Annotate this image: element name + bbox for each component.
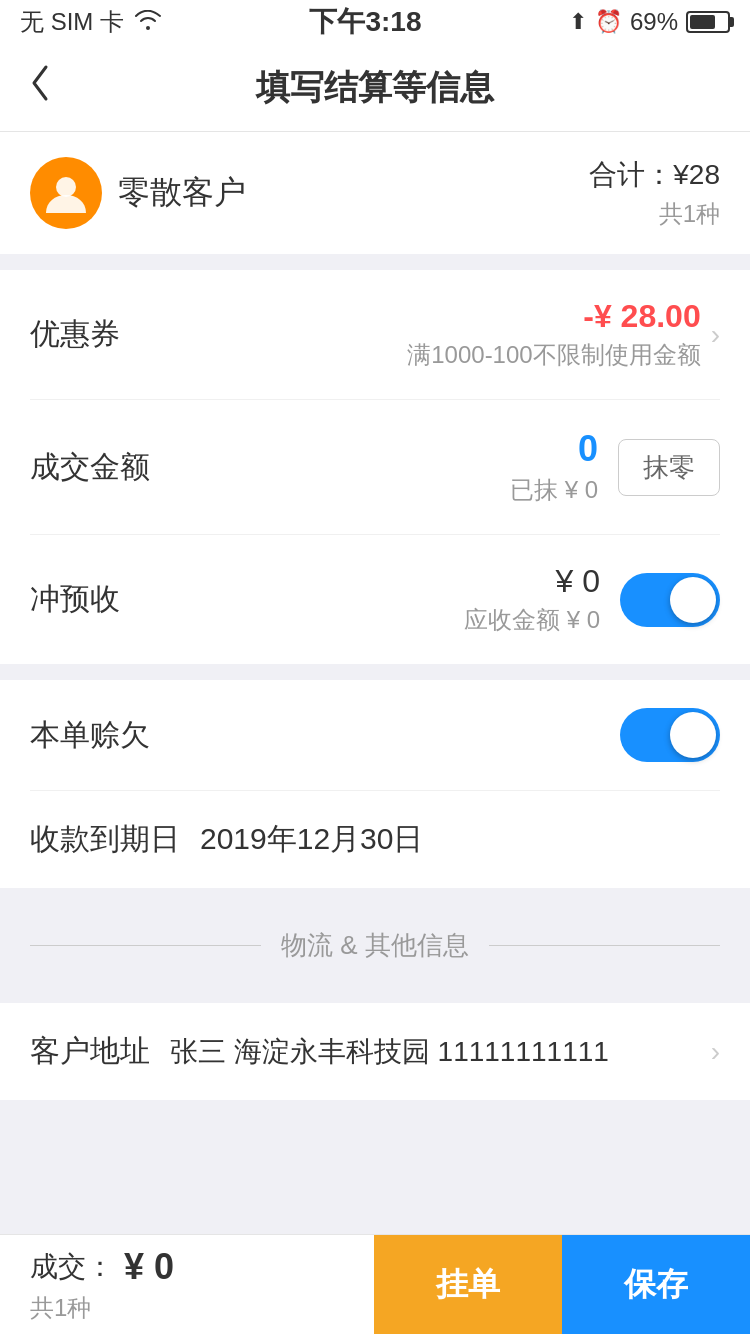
address-chevron-right-icon: ›: [711, 1036, 720, 1068]
battery-icon: [686, 11, 730, 33]
round-off-button[interactable]: 抹零: [618, 439, 720, 496]
coupon-transaction-card: 优惠券 -¥ 28.00 满1000-100不限制使用金额 › 成交金额 0 已…: [0, 270, 750, 664]
transaction-row: 成交金额 0 已抹 ¥ 0 抹零: [0, 400, 750, 534]
transaction-label: 成交金额: [30, 447, 150, 488]
bottom-amount: ¥ 0: [124, 1246, 174, 1288]
bottom-count: 共1种: [30, 1292, 344, 1324]
main-content: 零散客户 合计：¥28 共1种 优惠券 -¥ 28.00 满1000-100不限…: [0, 132, 750, 1220]
nav-bar: 填写结算等信息: [0, 44, 750, 132]
toggle-knob: [670, 577, 716, 623]
bottom-info: 成交： ¥ 0 共1种: [0, 1246, 374, 1324]
prepay-right: ¥ 0 应收金额 ¥ 0: [464, 563, 720, 636]
debt-card: 本单赊欠 收款到期日 2019年12月30日: [0, 680, 750, 888]
coupon-chevron-right-icon: ›: [711, 319, 720, 351]
page-title: 填写结算等信息: [256, 65, 494, 111]
prepay-toggle[interactable]: [620, 573, 720, 627]
location-icon: ⬆: [569, 9, 587, 35]
prepay-label: 冲预收: [30, 579, 120, 620]
status-bar: 无 SIM 卡 下午3:18 ⬆ ⏰ 69%: [0, 0, 750, 44]
debt-toggle[interactable]: [620, 708, 720, 762]
alarm-icon: ⏰: [595, 9, 622, 35]
address-value: 张三 海淀永丰科技园 11111111111: [170, 1033, 711, 1071]
prepay-value-wrap: ¥ 0 应收金额 ¥ 0: [464, 563, 600, 636]
pending-button[interactable]: 挂单: [374, 1235, 562, 1335]
time-display: 下午3:18: [309, 3, 421, 41]
coupon-amount: -¥ 28.00: [407, 298, 700, 335]
coupon-row[interactable]: 优惠券 -¥ 28.00 满1000-100不限制使用金额 ›: [0, 270, 750, 399]
battery-percentage: 69%: [630, 8, 678, 36]
bottom-label: 成交：: [30, 1248, 114, 1286]
wifi-icon: [134, 8, 162, 36]
transaction-value-wrap: 0 已抹 ¥ 0: [510, 428, 598, 506]
logistics-label: 物流 & 其他信息: [261, 928, 489, 963]
logistics-section-header: 物流 & 其他信息: [0, 904, 750, 987]
due-date-label: 收款到期日: [30, 819, 180, 860]
bottom-amount-row: 成交： ¥ 0: [30, 1246, 344, 1288]
transaction-value: 0: [510, 428, 598, 470]
address-row[interactable]: 客户地址 张三 海淀永丰科技园 11111111111 ›: [0, 1003, 750, 1100]
coupon-desc: 满1000-100不限制使用金额: [407, 339, 700, 371]
carrier-text: 无 SIM 卡: [20, 6, 124, 38]
total-count: 共1种: [589, 198, 720, 230]
prepay-value: ¥ 0: [464, 563, 600, 600]
customer-name: 零散客户: [118, 171, 246, 215]
prepay-row: 冲预收 ¥ 0 应收金额 ¥ 0: [0, 535, 750, 664]
due-date-value: 2019年12月30日: [200, 819, 423, 860]
prepay-sub: 应收金额 ¥ 0: [464, 604, 600, 636]
transaction-right: 0 已抹 ¥ 0 抹零: [510, 428, 720, 506]
address-label: 客户地址: [30, 1031, 150, 1072]
save-button[interactable]: 保存: [562, 1235, 750, 1335]
coupon-label: 优惠券: [30, 314, 120, 355]
customer-left: 零散客户: [30, 157, 246, 229]
debt-label: 本单赊欠: [30, 715, 150, 756]
debt-row: 本单赊欠: [0, 680, 750, 790]
customer-total: 合计：¥28 共1种: [589, 156, 720, 230]
status-right: ⬆ ⏰ 69%: [569, 8, 730, 36]
svg-point-0: [56, 177, 76, 197]
avatar: [30, 157, 102, 229]
back-button[interactable]: [28, 63, 52, 112]
debt-toggle-knob: [670, 712, 716, 758]
due-date-row: 收款到期日 2019年12月30日: [0, 791, 750, 888]
total-amount: 合计：¥28: [589, 156, 720, 194]
status-left: 无 SIM 卡: [20, 6, 162, 38]
transaction-sub: 已抹 ¥ 0: [510, 474, 598, 506]
coupon-right: -¥ 28.00 满1000-100不限制使用金额 ›: [407, 298, 720, 371]
bottom-bar: 成交： ¥ 0 共1种 挂单 保存: [0, 1234, 750, 1334]
customer-section: 零散客户 合计：¥28 共1种: [0, 132, 750, 254]
